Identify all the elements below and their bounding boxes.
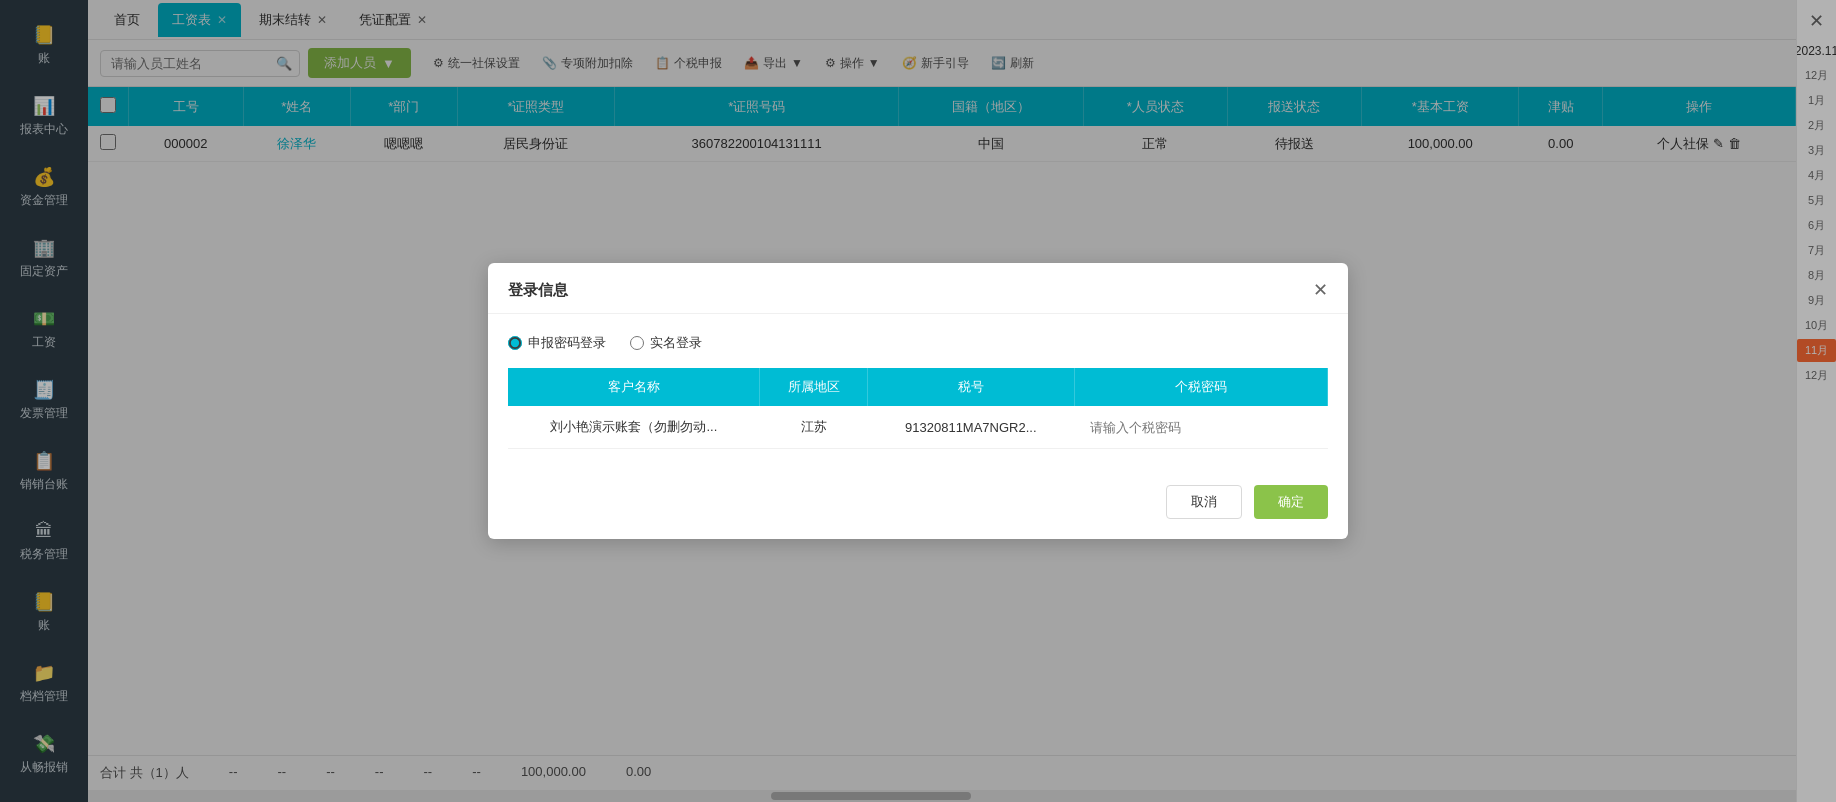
radio-password[interactable]: 申报密码登录 — [508, 334, 606, 352]
radio-realname-input[interactable] — [630, 336, 644, 350]
modal-cell-region: 江苏 — [760, 406, 868, 449]
radio-group: 申报密码登录 实名登录 — [508, 334, 1328, 352]
modal-header: 登录信息 ✕ — [488, 263, 1348, 314]
login-modal: 登录信息 ✕ 申报密码登录 实名登录 — [488, 263, 1348, 539]
modal-col-password: 个税密码 — [1074, 368, 1327, 406]
radio-password-input[interactable] — [508, 336, 522, 350]
modal-title: 登录信息 — [508, 281, 568, 300]
modal-footer: 取消 确定 — [488, 469, 1348, 539]
modal-col-region: 所属地区 — [760, 368, 868, 406]
radio-password-label: 申报密码登录 — [528, 334, 606, 352]
modal-cell-tax: 91320811MA7NGR2... — [867, 406, 1074, 449]
modal-close-button[interactable]: ✕ — [1313, 279, 1328, 301]
confirm-button[interactable]: 确定 — [1254, 485, 1328, 519]
modal-body: 申报密码登录 实名登录 客户名称 所属地区 税号 个税密码 — [488, 314, 1348, 469]
radio-realname[interactable]: 实名登录 — [630, 334, 702, 352]
modal-cell-client: 刘小艳演示账套（勿删勿动... — [508, 406, 760, 449]
radio-realname-label: 实名登录 — [650, 334, 702, 352]
tax-password-input[interactable] — [1090, 420, 1311, 435]
cancel-button[interactable]: 取消 — [1166, 485, 1242, 519]
modal-col-client: 客户名称 — [508, 368, 760, 406]
modal-overlay: 登录信息 ✕ 申报密码登录 实名登录 — [0, 0, 1836, 802]
modal-col-tax: 税号 — [867, 368, 1074, 406]
modal-table-row: 刘小艳演示账套（勿删勿动... 江苏 91320811MA7NGR2... — [508, 406, 1328, 449]
modal-table: 客户名称 所属地区 税号 个税密码 刘小艳演示账套（勿删勿动... 江苏 913… — [508, 368, 1328, 449]
modal-cell-password[interactable] — [1074, 406, 1327, 449]
